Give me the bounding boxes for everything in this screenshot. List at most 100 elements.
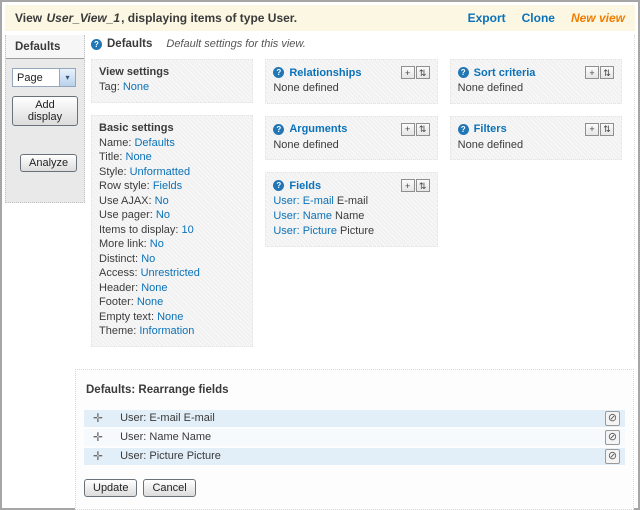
view-title-prefix: View xyxy=(15,11,43,25)
setting-value-link[interactable]: Defaults xyxy=(134,137,174,149)
fields-link[interactable]: Fields xyxy=(289,180,321,192)
filters-empty: None defined xyxy=(457,138,524,151)
setting-row-access: Access: Unrestricted xyxy=(99,266,245,281)
field-link[interactable]: User: E-mail xyxy=(273,195,334,207)
rearrange-fields-button[interactable]: ⇅ xyxy=(415,179,430,192)
setting-label: More link: xyxy=(99,238,147,250)
add-relationship-button[interactable]: + xyxy=(400,66,415,79)
help-icon[interactable]: ? xyxy=(273,67,285,78)
setting-row-row-style: Row style: Fields xyxy=(99,179,245,194)
arguments-link[interactable]: Arguments xyxy=(289,123,347,135)
field-link[interactable]: User: Name xyxy=(273,210,332,222)
field-row-name: User: Name Name xyxy=(273,209,429,224)
add-display-button[interactable]: Add display xyxy=(12,96,78,126)
setting-value-link[interactable]: No xyxy=(150,238,164,250)
rearrange-sorts-button[interactable]: ⇅ xyxy=(599,66,614,79)
setting-value-link[interactable]: Fields xyxy=(153,180,182,192)
setting-value-link[interactable]: No xyxy=(155,195,169,207)
arguments-box: ? Arguments + ⇅ None defined xyxy=(265,115,438,160)
remove-field-button[interactable]: ⊘ xyxy=(605,410,620,426)
rearrange-filters-button[interactable]: ⇅ xyxy=(599,122,614,136)
drag-handle-icon[interactable]: ✛ xyxy=(93,430,103,445)
view-name: User_View_1 xyxy=(46,11,121,25)
rearrange-row-label: User: E-mail E-mail xyxy=(120,412,215,424)
export-link[interactable]: Export xyxy=(468,11,506,25)
cancel-button[interactable]: Cancel xyxy=(143,478,196,497)
rearrange-fields-panel: Defaults: Rearrange fields ✛ User: E-mai… xyxy=(75,368,634,510)
setting-label: Use AJAX: xyxy=(99,194,152,207)
tab-defaults[interactable]: Defaults xyxy=(6,35,84,59)
setting-row-theme: Theme: Information xyxy=(99,324,245,339)
help-icon[interactable]: ? xyxy=(91,38,102,50)
help-icon[interactable]: ? xyxy=(273,180,285,191)
views-edit-page: View User_View_1, displaying items of ty… xyxy=(0,0,640,510)
setting-value-link[interactable]: Information xyxy=(139,325,194,337)
setting-value-link[interactable]: None xyxy=(157,311,183,323)
fields-box: ? Fields + ⇅ User: E-mail E-mail User: Na… xyxy=(265,172,438,247)
filters-box: ? Filters + ⇅ None defined xyxy=(449,115,622,160)
view-title-bar: View User_View_1, displaying items of ty… xyxy=(5,5,635,31)
add-field-button[interactable]: + xyxy=(400,179,415,192)
setting-value-link[interactable]: 10 xyxy=(182,224,194,236)
analyze-button[interactable]: Analyze xyxy=(20,154,78,172)
relationships-empty: None defined xyxy=(273,82,339,94)
view-actions: Export Clone New view xyxy=(468,11,625,25)
rearrange-arguments-button[interactable]: ⇅ xyxy=(415,122,430,136)
add-filter-button[interactable]: + xyxy=(584,122,599,136)
display-type-value: Page xyxy=(17,71,43,84)
filters-actions: + ⇅ xyxy=(584,122,614,136)
help-icon[interactable]: ? xyxy=(457,67,469,78)
setting-label: Style: xyxy=(99,165,127,178)
field-extra: Picture xyxy=(339,225,375,237)
setting-value-link[interactable]: None xyxy=(137,296,163,308)
sort-criteria-link[interactable]: Sort criteria xyxy=(474,67,536,79)
help-icon[interactable]: ? xyxy=(457,123,469,135)
sidebar-body: Page ▾ Add display Analyze xyxy=(6,59,84,172)
content-area: Defaults Page ▾ Add display Analyze ? De… xyxy=(5,35,635,510)
column-2: ? Relationships + ⇅ None defined ? Argum… xyxy=(265,59,438,359)
display-type-select[interactable]: Page ▾ xyxy=(12,68,76,87)
setting-value-link[interactable]: None xyxy=(126,151,152,163)
rearrange-actions: Update Cancel xyxy=(84,478,625,497)
new-view-link[interactable]: New view xyxy=(571,11,625,25)
settings-columns: View settings Tag: None Basic settings N… xyxy=(91,59,622,359)
setting-value-link[interactable]: Unformatted xyxy=(130,166,191,178)
setting-value-link[interactable]: None xyxy=(123,81,149,93)
setting-row-title: Title: None xyxy=(99,150,245,165)
setting-label: Footer: xyxy=(99,296,134,308)
filters-header: ? Filters + ⇅ xyxy=(457,122,614,136)
remove-field-button[interactable]: ⊘ xyxy=(605,448,620,464)
setting-value-link[interactable]: No xyxy=(141,253,155,265)
field-row-email: User: E-mail E-mail xyxy=(273,194,429,209)
add-sort-button[interactable]: + xyxy=(584,66,599,79)
field-extra: E-mail xyxy=(336,195,369,207)
clone-link[interactable]: Clone xyxy=(522,11,555,25)
setting-row-distinct: Distinct: No xyxy=(99,252,245,267)
setting-value-link[interactable]: Unrestricted xyxy=(141,267,200,279)
setting-label: Distinct: xyxy=(99,252,139,265)
setting-label: Title: xyxy=(99,151,123,163)
setting-row-use-pager: Use pager: No xyxy=(99,208,245,223)
setting-row-empty-text: Empty text: None xyxy=(99,310,245,325)
relationships-actions: + ⇅ xyxy=(400,66,430,79)
setting-row-items-to-display: Items to display: 10 xyxy=(99,223,245,238)
field-link[interactable]: User: Picture xyxy=(273,225,337,237)
relationships-box: ? Relationships + ⇅ None defined xyxy=(265,59,438,104)
drag-handle-icon[interactable]: ✛ xyxy=(93,411,103,426)
setting-value-link[interactable]: No xyxy=(156,209,170,221)
update-button[interactable]: Update xyxy=(84,478,138,497)
drag-handle-icon[interactable]: ✛ xyxy=(93,449,103,464)
column-3: ? Sort criteria + ⇅ None defined ? Filte… xyxy=(449,59,622,359)
setting-label: Name: xyxy=(99,136,132,149)
setting-label: Theme: xyxy=(99,325,137,337)
relationships-link[interactable]: Relationships xyxy=(289,67,361,79)
rearrange-relationships-button[interactable]: ⇅ xyxy=(415,66,430,79)
filters-link[interactable]: Filters xyxy=(474,123,507,135)
remove-field-button[interactable]: ⊘ xyxy=(605,429,620,445)
help-icon[interactable]: ? xyxy=(273,123,285,135)
sort-criteria-header: ? Sort criteria + ⇅ xyxy=(457,66,614,79)
column-1: View settings Tag: None Basic settings N… xyxy=(91,59,254,359)
setting-label: Items to display: xyxy=(99,223,179,236)
setting-value-link[interactable]: None xyxy=(141,282,167,294)
add-argument-button[interactable]: + xyxy=(400,122,415,136)
